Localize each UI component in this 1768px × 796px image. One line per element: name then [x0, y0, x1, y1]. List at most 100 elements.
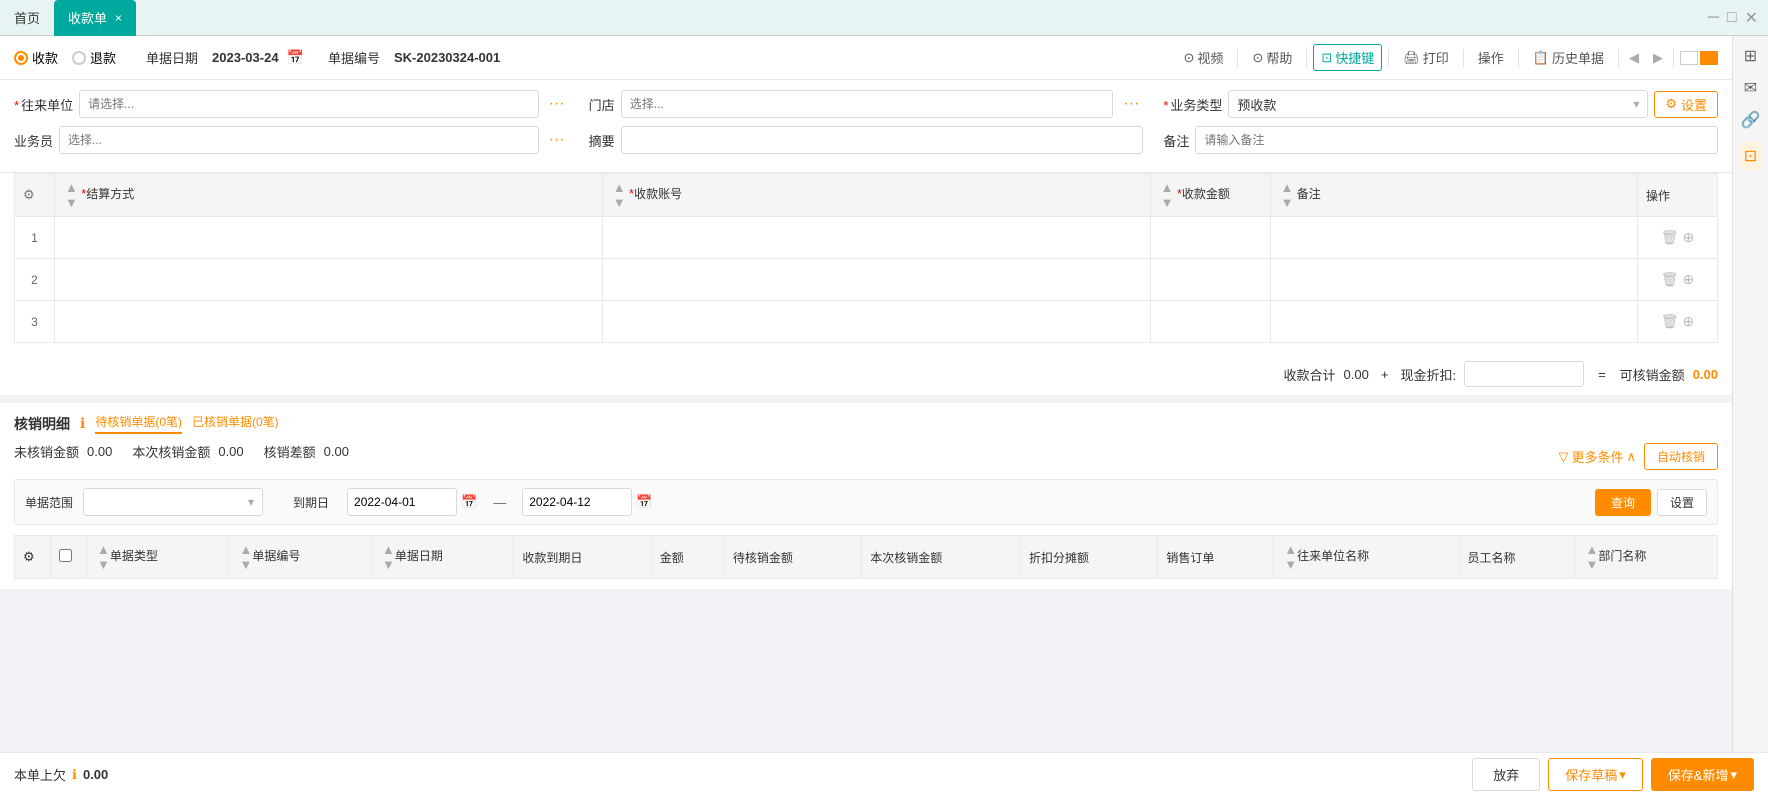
recon-settings-btn[interactable]: 设置 [1657, 489, 1707, 516]
shop-input[interactable] [621, 90, 1114, 118]
radio-receipt-circle [14, 51, 28, 65]
row-1-delete-icon[interactable]: 🗑 [1661, 229, 1679, 246]
nav-next-icon[interactable]: ▶ [1649, 50, 1667, 66]
history-btn[interactable]: 📋 历史单据 [1525, 44, 1612, 71]
range-select[interactable]: ▾ [83, 488, 263, 516]
row-2-settlement[interactable] [55, 259, 603, 301]
window-close-icon[interactable]: ✕ [1745, 8, 1758, 28]
discount-label: 现金折扣: [1400, 365, 1456, 384]
table-row: 2 🗑 ⊕ [15, 259, 1718, 301]
nav-prev-icon[interactable]: ◀ [1625, 50, 1643, 66]
table-settings-icon[interactable]: ⚙ [23, 187, 35, 202]
sidebar-email-icon[interactable]: ✉ [1744, 78, 1757, 98]
date-calendar-icon[interactable]: 📅 [287, 49, 304, 66]
date-from-input[interactable] [347, 488, 457, 516]
salesman-label: 业务员 [14, 131, 53, 150]
table-area: ⚙ ▲▼ *结算方式 ▲▼ *收款账号 ▲▼ *收款金额 ▲▼ 备注 [0, 173, 1732, 353]
select-all-checkbox[interactable] [59, 549, 72, 562]
row-2-copy-icon[interactable]: ⊕ [1683, 271, 1695, 288]
this-clear-value: 0.00 [218, 444, 243, 459]
date-from-icon[interactable]: 📅 [461, 494, 477, 510]
save-draft-btn[interactable]: 保存草稿 ▾ [1548, 758, 1643, 791]
operation-btn[interactable]: 操作 [1470, 44, 1512, 71]
auto-recon-btn[interactable]: 自动核销 [1644, 443, 1718, 470]
recon-section: 核销明细 ℹ 待核销单据(0笔) 已核销单据(0笔) 未核销金额 0.00 本次… [0, 403, 1732, 589]
row-3-account[interactable] [602, 301, 1150, 343]
counterpart-input[interactable] [79, 90, 539, 118]
row-3-settlement[interactable] [55, 301, 603, 343]
window-maximize-icon[interactable]: □ [1727, 9, 1737, 27]
doc-info: 单据日期 2023-03-24 📅 单据编号 SK-20230324-001 [146, 48, 500, 67]
row-2-amount[interactable] [1150, 259, 1270, 301]
row-1-amount[interactable] [1150, 217, 1270, 259]
row-1-copy-icon[interactable]: ⊕ [1683, 229, 1695, 246]
row-2-delete-icon[interactable]: 🗑 [1661, 271, 1679, 288]
summary-row: 收款合计 0.00 + 现金折扣: = 可核销金额 0.00 [0, 353, 1732, 395]
uncleared-label: 未核销金额 [14, 442, 79, 461]
radio-receipt[interactable]: 收款 [14, 48, 58, 67]
row-1-remark[interactable] [1270, 217, 1637, 259]
window-minimize-icon[interactable]: ─ [1708, 9, 1719, 27]
col-discount: 折扣分摊额 [1020, 536, 1157, 579]
date-from-wrap: 📅 [347, 488, 477, 516]
recon-tab-pending[interactable]: 待核销单据(0笔) [95, 413, 182, 434]
save-new-chevron-icon: ▾ [1730, 767, 1737, 783]
counterpart-more-btn[interactable]: ··· [545, 95, 569, 113]
print-icon: 🖨 [1403, 50, 1420, 66]
query-btn[interactable]: 查询 [1595, 489, 1651, 516]
date-to-icon[interactable]: 📅 [636, 494, 652, 510]
form-area: *往来单位 ··· 门店 ··· *业务类型 预收款 ▾ ⚙ 设置 [0, 80, 1732, 173]
more-filter-btn[interactable]: ▽ 更多条件 ∧ [1558, 447, 1636, 466]
col-doc-num: ▲▼单据编号 [229, 536, 371, 579]
row-3-amount[interactable] [1150, 301, 1270, 343]
recon-info-icon[interactable]: ℹ [80, 415, 85, 432]
col-pending-recon: 待核销金额 [724, 536, 861, 579]
video-btn[interactable]: ⊙ 视频 [1175, 44, 1231, 71]
summary-input[interactable] [621, 126, 1144, 154]
print-btn[interactable]: 🖨 打印 [1395, 44, 1457, 71]
shop-field: 门店 ··· [589, 90, 1144, 118]
radio-refund[interactable]: 退款 [72, 48, 116, 67]
row-3-remark[interactable] [1270, 301, 1637, 343]
col-sales-order: 销售订单 [1158, 536, 1274, 579]
date-to-input[interactable] [522, 488, 632, 516]
layout-icons [1680, 51, 1718, 65]
discount-input[interactable] [1464, 361, 1584, 387]
row-3-copy-icon[interactable]: ⊕ [1683, 313, 1695, 330]
row-3-delete-icon[interactable]: 🗑 [1661, 313, 1679, 330]
date-label: 单据日期 [146, 48, 198, 67]
salesman-more-btn[interactable]: ··· [545, 131, 569, 149]
col-remark: ▲▼ 备注 [1270, 174, 1637, 217]
layout-grid-icon[interactable] [1700, 51, 1718, 65]
layout-list-icon[interactable] [1680, 51, 1698, 65]
discard-btn[interactable]: 放弃 [1472, 758, 1540, 791]
recon-tab-done[interactable]: 已核销单据(0笔) [192, 413, 279, 434]
bottom-table-settings-icon[interactable]: ⚙ [23, 549, 35, 564]
row-2-remark[interactable] [1270, 259, 1637, 301]
sidebar-capture-icon[interactable]: ⊡ [1740, 142, 1761, 170]
number-value: SK-20230324-001 [394, 50, 500, 65]
settings-gear-icon: ⚙ [1665, 96, 1677, 112]
row-1-account[interactable] [602, 217, 1150, 259]
salesman-input[interactable] [59, 126, 539, 154]
footer-left: 本单上欠 ℹ 0.00 [14, 765, 108, 784]
tab-receipt[interactable]: 收款单 × [54, 0, 136, 36]
settings-btn[interactable]: ⚙ 设置 [1654, 91, 1718, 118]
tab-close-icon[interactable]: × [115, 11, 122, 25]
footer-label: 本单上欠 [14, 765, 66, 784]
row-2-account[interactable] [602, 259, 1150, 301]
remark-input[interactable] [1195, 126, 1718, 154]
col-doc-type: ▲▼单据类型 [87, 536, 229, 579]
help-btn[interactable]: ⊙ 帮助 [1244, 44, 1300, 71]
biz-type-select[interactable]: 预收款 ▾ [1228, 90, 1648, 118]
sidebar-attachment-icon[interactable]: 🔗 [1741, 110, 1761, 130]
counterpart-label: *往来单位 [14, 95, 73, 114]
shortcut-btn[interactable]: ⊡ 快捷键 [1313, 44, 1382, 71]
row-1-settlement[interactable] [55, 217, 603, 259]
shop-more-btn[interactable]: ··· [1119, 95, 1143, 113]
tab-home[interactable]: 首页 [0, 0, 54, 36]
footer-value: 0.00 [83, 767, 108, 782]
save-new-btn[interactable]: 保存&新增 ▾ [1651, 758, 1754, 791]
number-label: 单据编号 [328, 48, 380, 67]
sidebar-table-icon[interactable]: ⊞ [1744, 46, 1757, 66]
